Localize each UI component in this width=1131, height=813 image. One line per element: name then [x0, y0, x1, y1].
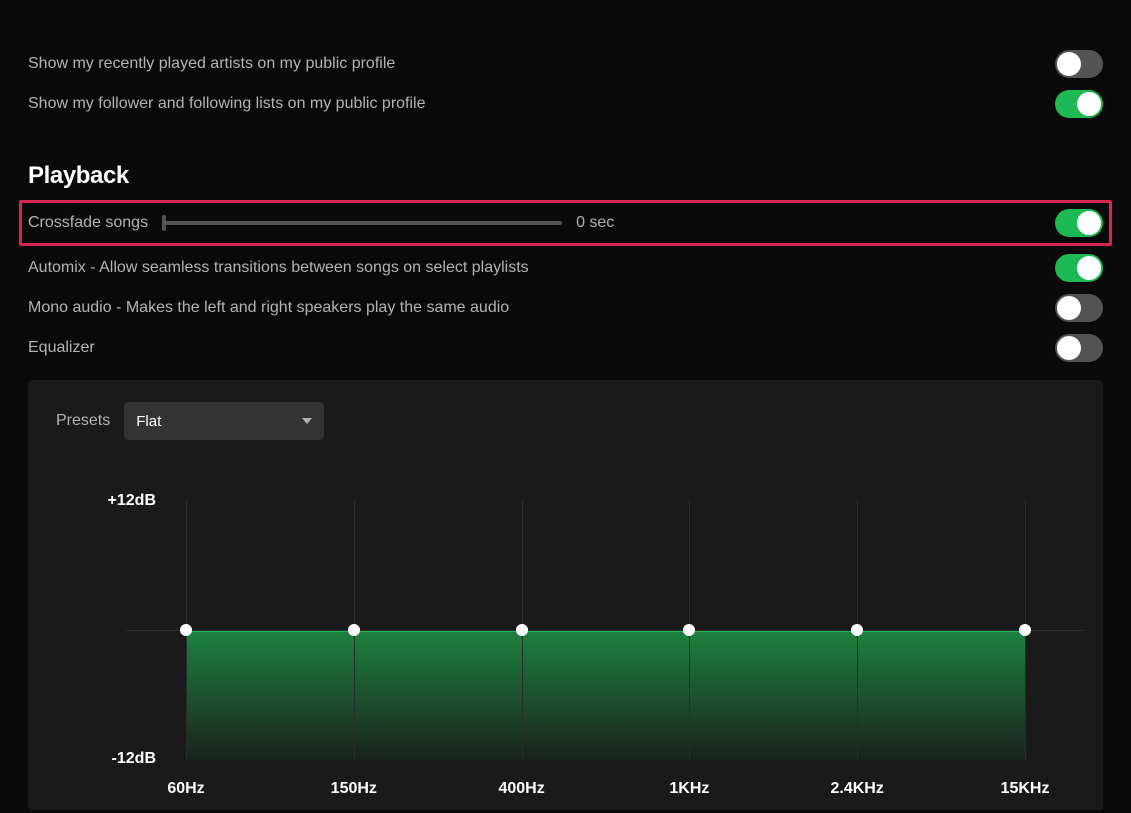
preset-select[interactable]: Flat	[124, 402, 324, 440]
setting-mono-audio: Mono audio - Makes the left and right sp…	[28, 288, 1103, 328]
toggle-recent-artists[interactable]	[1055, 50, 1103, 78]
eq-band-handle[interactable]	[1019, 624, 1031, 636]
eq-midline	[126, 630, 1085, 631]
eq-band-handle[interactable]	[851, 624, 863, 636]
equalizer-panel: Presets Flat +12dB -12dB 60Hz 150Hz 400Hz 1…	[28, 380, 1103, 810]
toggle-follower-lists[interactable]	[1055, 90, 1103, 118]
eq-y-bottom-label: -12dB	[112, 750, 156, 768]
presets-row: Presets Flat	[56, 402, 1075, 440]
eq-chart-area	[186, 500, 1025, 760]
setting-label: Mono audio - Makes the left and right sp…	[28, 299, 509, 317]
eq-x-label: 60Hz	[167, 780, 204, 798]
eq-x-label: 1KHz	[669, 780, 709, 798]
setting-label: Crossfade songs	[28, 214, 148, 232]
eq-x-label: 2.4KHz	[831, 780, 884, 798]
crossfade-slider[interactable]	[162, 221, 562, 225]
setting-equalizer: Equalizer	[28, 328, 1103, 368]
eq-x-axis: 60Hz150Hz400Hz1KHz2.4KHz15KHz	[186, 780, 1025, 800]
setting-label: Show my recently played artists on my pu…	[28, 55, 395, 73]
eq-band-handle[interactable]	[683, 624, 695, 636]
crossfade-highlight: Crossfade songs 0 sec	[19, 200, 1112, 246]
setting-label: Automix - Allow seamless transitions bet…	[28, 259, 529, 277]
eq-fill	[186, 630, 1025, 760]
eq-band-handle[interactable]	[516, 624, 528, 636]
eq-x-label: 15KHz	[1001, 780, 1050, 798]
presets-label: Presets	[56, 412, 110, 430]
toggle-equalizer[interactable]	[1055, 334, 1103, 362]
playback-heading: Playback	[28, 162, 1103, 190]
equalizer-graph: +12dB -12dB 60Hz150Hz400Hz1KHz2.4KHz15KH…	[86, 500, 1075, 800]
setting-follower-lists: Show my follower and following lists on …	[28, 84, 1103, 124]
crossfade-value: 0 sec	[576, 214, 614, 232]
eq-x-label: 400Hz	[498, 780, 544, 798]
eq-band-handle[interactable]	[348, 624, 360, 636]
setting-recent-artists: Show my recently played artists on my pu…	[28, 44, 1103, 84]
eq-y-top-label: +12dB	[108, 492, 156, 510]
chevron-down-icon	[302, 418, 312, 424]
crossfade-slider-thumb[interactable]	[162, 215, 166, 231]
setting-crossfade: Crossfade songs 0 sec	[28, 207, 1103, 239]
toggle-automix[interactable]	[1055, 254, 1103, 282]
setting-label: Show my follower and following lists on …	[28, 95, 426, 113]
toggle-crossfade[interactable]	[1055, 209, 1103, 237]
toggle-mono-audio[interactable]	[1055, 294, 1103, 322]
preset-selected-value: Flat	[136, 413, 161, 430]
setting-label: Equalizer	[28, 339, 95, 357]
eq-band-handle[interactable]	[180, 624, 192, 636]
setting-automix: Automix - Allow seamless transitions bet…	[28, 248, 1103, 288]
eq-x-label: 150Hz	[331, 780, 377, 798]
